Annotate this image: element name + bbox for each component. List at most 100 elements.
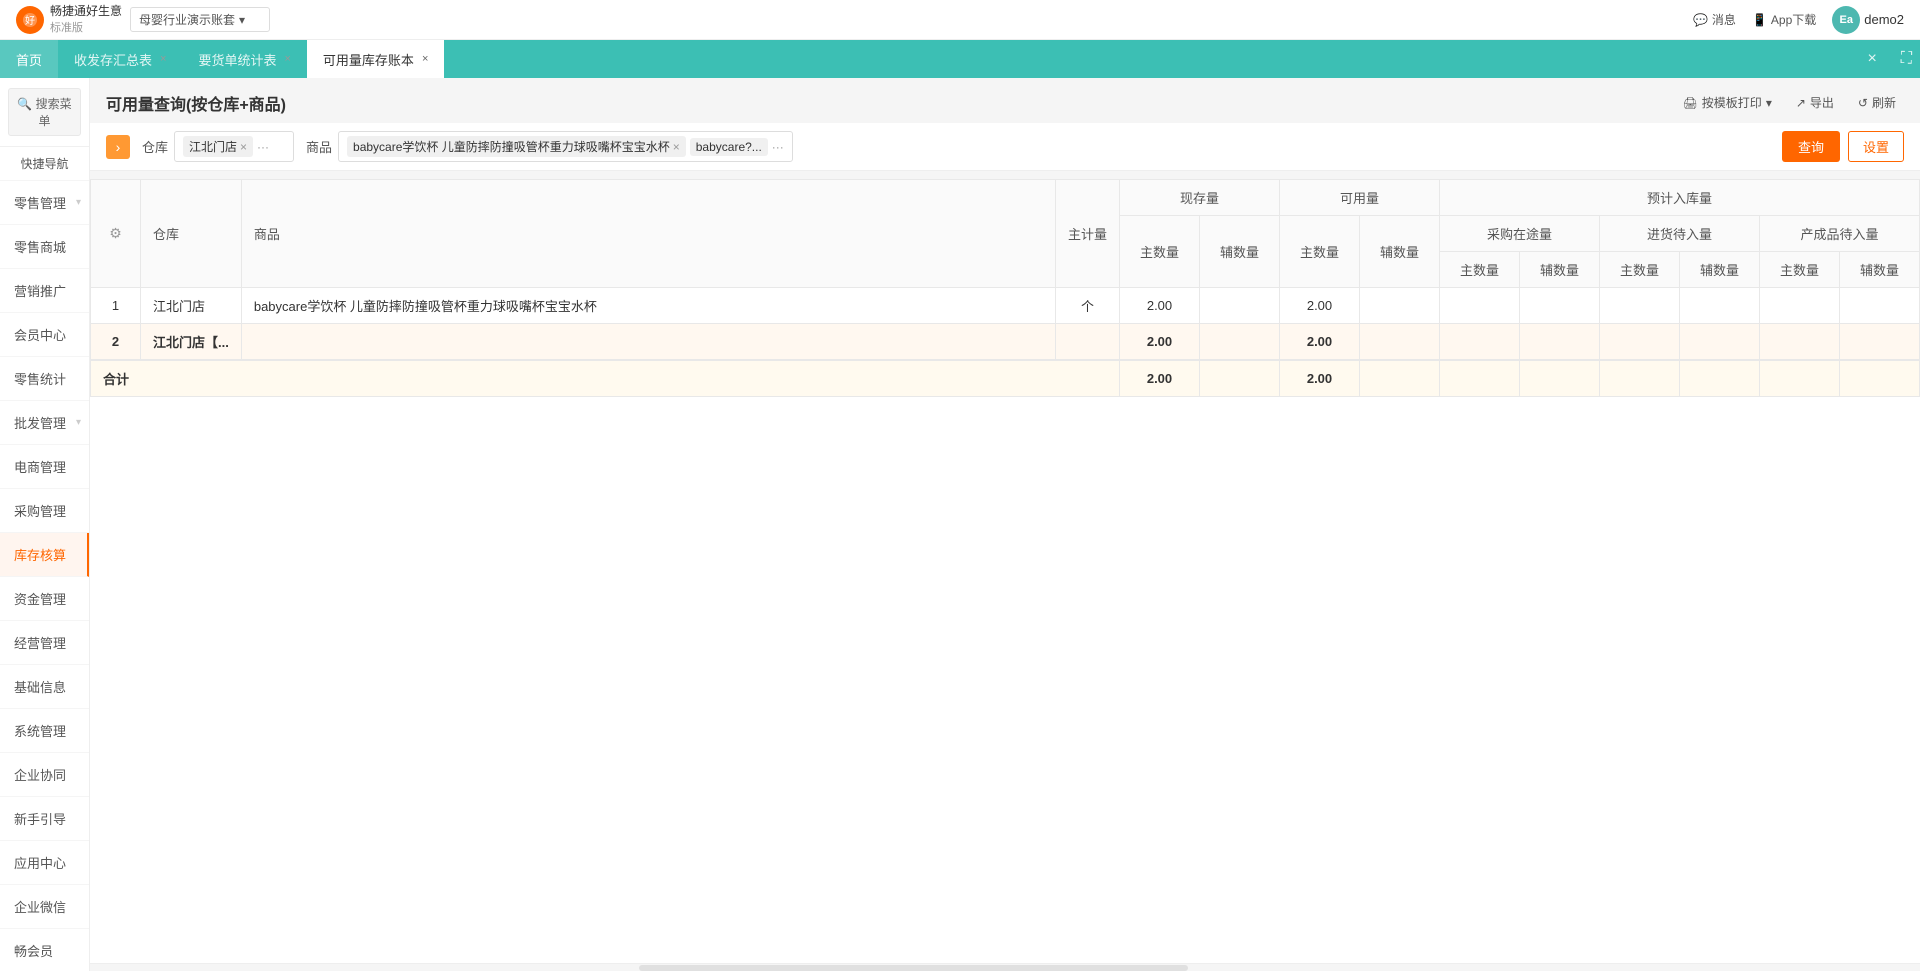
settings-button[interactable]: 设置 [1848, 131, 1904, 162]
th-goods: 商品 [241, 180, 1055, 288]
chevron-right-icon: › [116, 139, 121, 155]
refresh-button[interactable]: ↺ 刷新 [1850, 90, 1904, 115]
horizontal-scrollbar[interactable] [90, 963, 1920, 971]
sidebar-item-ops[interactable]: 经营管理 [0, 621, 89, 665]
summary-stock-main: 2.00 [1120, 360, 1200, 397]
tab-inventory-close[interactable]: × [422, 53, 428, 65]
cell-num: 2 [91, 324, 141, 361]
logo-text: 畅捷通好生意 [50, 4, 122, 20]
sidebar-item-wholesale[interactable]: 批发管理 ▾ [0, 401, 89, 445]
goods-ellipsis[interactable]: ··· [772, 140, 784, 154]
sidebar-item-system[interactable]: 系统管理 [0, 709, 89, 753]
nav-tabs: 首页 收发存汇总表 × 要货单统计表 × 可用量库存账本 × × ⛶ [0, 40, 1920, 78]
goods-tag2: babycare?... [690, 138, 768, 156]
logo-area: 好 畅捷通好生意 标准版 [16, 4, 122, 36]
goods-tag1: babycare学饮杯 儿童防摔防撞吸管杯重力球吸嘴杯宝宝水杯 × [347, 136, 686, 157]
sidebar-item-retail[interactable]: 零售管理 ▾ [0, 181, 89, 225]
chevron-icon: ▾ [76, 417, 81, 428]
cell-prod-main [1760, 288, 1840, 324]
app-download-button[interactable]: 📱 App下载 [1752, 11, 1816, 28]
export-button[interactable]: ↗ 导出 [1788, 90, 1842, 115]
user-area[interactable]: Ea demo2 [1832, 6, 1904, 34]
sidebar: 🔍 搜索菜单 快捷导航 零售管理 ▾ 零售商城 营销推广 会员中心 零售统计 批… [0, 78, 90, 971]
tab-home[interactable]: 首页 [0, 40, 58, 78]
th-purchase-in-transit: 采购在途量 [1440, 216, 1600, 252]
sidebar-item-member[interactable]: 会员中心 [0, 313, 89, 357]
summary-avail-aux [1360, 360, 1440, 397]
th-import-pending: 进货待入量 [1600, 216, 1760, 252]
close-all-tabs-button[interactable]: × [1859, 50, 1884, 68]
cell-goods [241, 324, 1055, 361]
summary-avail-main: 2.00 [1280, 360, 1360, 397]
sidebar-item-retail-mall[interactable]: 零售商城 [0, 225, 89, 269]
tab-inventory-label: 可用量库存账本 [323, 50, 414, 69]
print-button[interactable]: 🖨 按模板打印 ▾ [1675, 90, 1780, 115]
sidebar-item-enterprise[interactable]: 企业协同 [0, 753, 89, 797]
tab-orders-label: 要货单统计表 [198, 50, 276, 69]
top-bar-right: 💬 消息 📱 App下载 Ea demo2 [1693, 6, 1904, 34]
cell-stock-main: 2.00 [1120, 324, 1200, 361]
cell-num: 1 [91, 288, 141, 324]
cell-import-aux [1680, 288, 1760, 324]
th-warehouse: 仓库 [141, 180, 242, 288]
th-available: 可用量 [1280, 180, 1440, 216]
th-avail-main: 主数量 [1280, 216, 1360, 288]
expand-icon[interactable]: ⛶ [1893, 50, 1920, 68]
th-gear[interactable]: ⚙ [91, 180, 141, 288]
sidebar-item-wechat[interactable]: 企业微信 [0, 885, 89, 929]
sidebar-item-inventory[interactable]: 库存核算 [0, 533, 89, 577]
top-bar-left: 好 畅捷通好生意 标准版 母婴行业演示账套 ▾ [16, 4, 270, 36]
tab-orders-close[interactable]: × [284, 53, 290, 65]
table-row-subtotal: 2 江北门店【... 2.00 2.00 [91, 324, 1920, 361]
sidebar-item-new-guide[interactable]: 新手引导 [0, 797, 89, 841]
sidebar-item-app-center[interactable]: 应用中心 [0, 841, 89, 885]
sidebar-item-basic[interactable]: 基础信息 [0, 665, 89, 709]
template-selector[interactable]: 母婴行业演示账套 ▾ [130, 7, 270, 32]
cell-purchase-main [1440, 288, 1520, 324]
sidebar-item-vip[interactable]: 畅会员 [0, 929, 89, 971]
warehouse-input[interactable]: 江北门店 × ··· [174, 131, 294, 162]
goods-input[interactable]: babycare学饮杯 儿童防摔防撞吸管杯重力球吸嘴杯宝宝水杯 × babyca… [338, 131, 793, 162]
goods-tag1-remove[interactable]: × [673, 140, 680, 154]
th-current-stock: 现存量 [1120, 180, 1280, 216]
top-bar: 好 畅捷通好生意 标准版 母婴行业演示账套 ▾ 💬 消息 📱 App下载 Ea … [0, 0, 1920, 40]
cell-prod-aux [1840, 324, 1920, 361]
sidebar-item-marketing[interactable]: 营销推广 [0, 269, 89, 313]
logo-sub: 标准版 [50, 19, 122, 35]
tab-inventory[interactable]: 可用量库存账本 × [307, 40, 444, 78]
main-layout: 🔍 搜索菜单 快捷导航 零售管理 ▾ 零售商城 营销推广 会员中心 零售统计 批… [0, 78, 1920, 971]
sidebar-item-finance[interactable]: 资金管理 [0, 577, 89, 621]
sidebar-item-retail-stats[interactable]: 零售统计 [0, 357, 89, 401]
th-planned-in: 预计入库量 [1440, 180, 1920, 216]
filter-ellipsis[interactable]: ··· [257, 140, 269, 154]
chevron-icon: ▾ [76, 197, 81, 208]
tab-collection[interactable]: 收发存汇总表 × [58, 40, 182, 78]
query-button[interactable]: 查询 [1782, 131, 1840, 162]
tab-collection-label: 收发存汇总表 [74, 50, 152, 69]
page-header: 可用量查询(按仓库+商品) 🖨 按模板打印 ▾ ↗ 导出 ↺ 刷新 [90, 78, 1920, 123]
tab-orders[interactable]: 要货单统计表 × [182, 40, 306, 78]
warehouse-label: 仓库 [142, 137, 168, 156]
cell-unit [1055, 324, 1119, 361]
quick-nav-button[interactable]: 快捷导航 [0, 147, 89, 181]
gear-icon: ⚙ [109, 225, 122, 241]
cell-stock-main: 2.00 [1120, 288, 1200, 324]
table-wrapper[interactable]: ⚙ 仓库 商品 主计量 现存量 可用量 预计入库量 主数量 辅数量 主数量 辅数… [90, 179, 1920, 963]
search-menu-button[interactable]: 🔍 搜索菜单 [8, 88, 81, 136]
warehouse-tag-remove[interactable]: × [240, 140, 247, 154]
tab-collection-close[interactable]: × [160, 53, 166, 65]
chevron-down-icon: ▾ [1766, 96, 1772, 110]
sidebar-item-ecommerce[interactable]: 电商管理 [0, 445, 89, 489]
inventory-table: ⚙ 仓库 商品 主计量 现存量 可用量 预计入库量 主数量 辅数量 主数量 辅数… [90, 179, 1920, 397]
filter-toggle-button[interactable]: › [106, 135, 130, 159]
th-prod-main: 主数量 [1760, 252, 1840, 288]
th-prod-aux: 辅数量 [1840, 252, 1920, 288]
message-button[interactable]: 💬 消息 [1693, 11, 1736, 28]
summary-stock-aux [1200, 360, 1280, 397]
cell-avail-main: 2.00 [1280, 288, 1360, 324]
table-row: 1 江北门店 babycare学饮杯 儿童防摔防撞吸管杯重力球吸嘴杯宝宝水杯 个… [91, 288, 1920, 324]
th-production-pending: 产成品待入量 [1760, 216, 1920, 252]
sidebar-item-purchase[interactable]: 采购管理 [0, 489, 89, 533]
th-import-main: 主数量 [1600, 252, 1680, 288]
th-avail-aux: 辅数量 [1360, 216, 1440, 288]
